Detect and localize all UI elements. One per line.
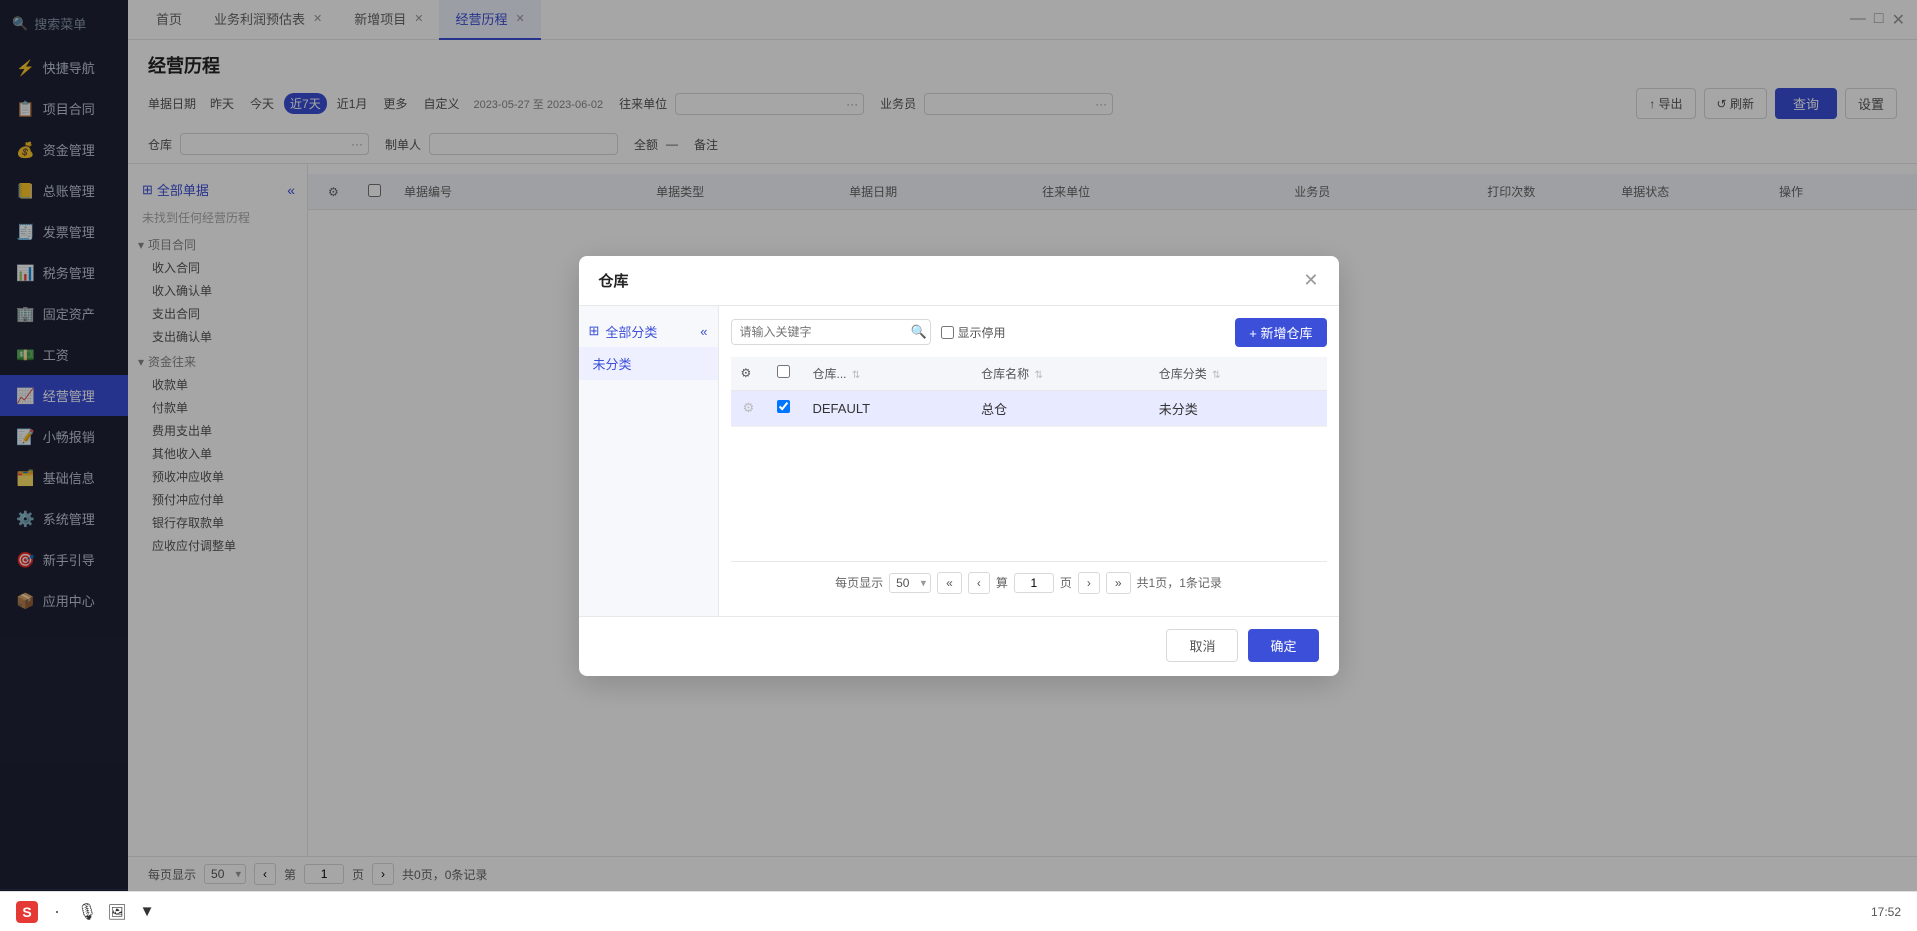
modal-col-category-sort[interactable]: ⇅ [1212, 370, 1220, 381]
cancel-btn[interactable]: 取消 [1166, 629, 1238, 662]
modal-col-name: 仓库名称 ⇅ [971, 357, 1149, 391]
taskbar-icon-mic[interactable]: 🎙 [76, 901, 98, 923]
row-checkbox-cell[interactable] [767, 390, 803, 426]
modal-overlay[interactable]: 仓库 ✕ ⊞ 全部分类 « 未分类 🔍 [0, 0, 1917, 931]
modal-page-label: 页 [1060, 574, 1072, 591]
modal-toolbar: 🔍 显示停用 + 新增仓库 [731, 318, 1327, 347]
modal-select-all[interactable] [777, 365, 790, 378]
modal-uncategorized-item[interactable]: 未分类 [579, 347, 718, 380]
modal-page-word: 算 [996, 574, 1008, 591]
modal-col-name-sort[interactable]: ⇅ [1034, 370, 1042, 381]
modal-per-page-wrap: 50 [889, 573, 931, 593]
taskbar-icon-filter[interactable]: ▼ [136, 901, 158, 923]
show-disabled-checkbox[interactable] [941, 326, 954, 339]
taskbar-icon-s[interactable]: S [16, 901, 38, 923]
modal-right-panel: 🔍 显示停用 + 新增仓库 ⚙ [719, 306, 1339, 616]
row-name-cell: 总仓 [971, 390, 1149, 426]
modal-left-panel: ⊞ 全部分类 « 未分类 [579, 306, 719, 616]
modal-per-page-label: 每页显示 [835, 574, 883, 591]
modal-col-code: 仓库... ⇅ [803, 357, 972, 391]
modal-close-btn[interactable]: ✕ [1303, 270, 1318, 291]
modal-grid-icon: ⊞ [589, 323, 600, 339]
modal-search-icon: 🔍 [903, 324, 931, 340]
modal-prev-page-btn[interactable]: ‹ [968, 572, 990, 594]
modal-all-categories-label: 全部分类 [605, 322, 657, 341]
modal-header: 仓库 ✕ [579, 256, 1339, 306]
warehouse-modal: 仓库 ✕ ⊞ 全部分类 « 未分类 🔍 [579, 256, 1339, 676]
modal-col-code-label: 仓库... [813, 367, 847, 381]
modal-actions: 取消 确定 [579, 616, 1339, 676]
modal-col-settings[interactable]: ⚙ [731, 357, 767, 391]
modal-search-wrap: 🔍 [731, 319, 931, 345]
modal-first-page-btn[interactable]: « [937, 572, 962, 594]
taskbar: S · 🎙 🖼 ▼ 17:52 [0, 891, 1917, 931]
modal-next-page-btn[interactable]: › [1078, 572, 1100, 594]
modal-table-wrap: ⚙ 仓库... ⇅ 仓库名称 ⇅ [731, 357, 1327, 561]
modal-col-checkbox[interactable] [767, 357, 803, 391]
taskbar-icon-img[interactable]: 🖼 [106, 901, 128, 923]
modal-table: ⚙ 仓库... ⇅ 仓库名称 ⇅ [731, 357, 1327, 427]
modal-col-code-sort[interactable]: ⇅ [852, 370, 860, 381]
row-checkbox[interactable] [777, 400, 790, 413]
show-disabled-text: 显示停用 [958, 324, 1006, 341]
modal-all-categories[interactable]: ⊞ 全部分类 « [579, 316, 718, 347]
modal-search-input[interactable] [732, 320, 903, 344]
modal-total-text: 共1页，1条记录 [1137, 574, 1222, 591]
modal-col-category: 仓库分类 ⇅ [1149, 357, 1327, 391]
taskbar-icon-dot: · [46, 901, 68, 923]
confirm-btn[interactable]: 确定 [1248, 629, 1318, 662]
modal-collapse-btn[interactable]: « [700, 324, 707, 339]
modal-table-header-row: ⚙ 仓库... ⇅ 仓库名称 ⇅ [731, 357, 1327, 391]
show-disabled-label[interactable]: 显示停用 [941, 324, 1006, 341]
row-category-cell: 未分类 [1149, 390, 1327, 426]
modal-page-input[interactable] [1014, 573, 1054, 593]
table-row[interactable]: ⚙ DEFAULT 总仓 未分类 [731, 390, 1327, 426]
taskbar-time: 17:52 [1871, 905, 1901, 919]
add-warehouse-btn[interactable]: + 新增仓库 [1235, 318, 1326, 347]
row-settings-cell: ⚙ [731, 390, 767, 426]
modal-title: 仓库 [599, 270, 629, 291]
modal-pagination: 每页显示 50 « ‹ 算 页 › » 共1页，1条记录 [731, 561, 1327, 604]
modal-per-page-select[interactable]: 50 [889, 573, 931, 593]
modal-col-name-label: 仓库名称 [981, 367, 1029, 381]
taskbar-icons: S · 🎙 🖼 ▼ [16, 901, 158, 923]
modal-col-category-label: 仓库分类 [1159, 367, 1207, 381]
modal-last-page-btn[interactable]: » [1106, 572, 1131, 594]
modal-body: ⊞ 全部分类 « 未分类 🔍 显示停用 [579, 306, 1339, 616]
row-code-cell: DEFAULT [803, 390, 972, 426]
